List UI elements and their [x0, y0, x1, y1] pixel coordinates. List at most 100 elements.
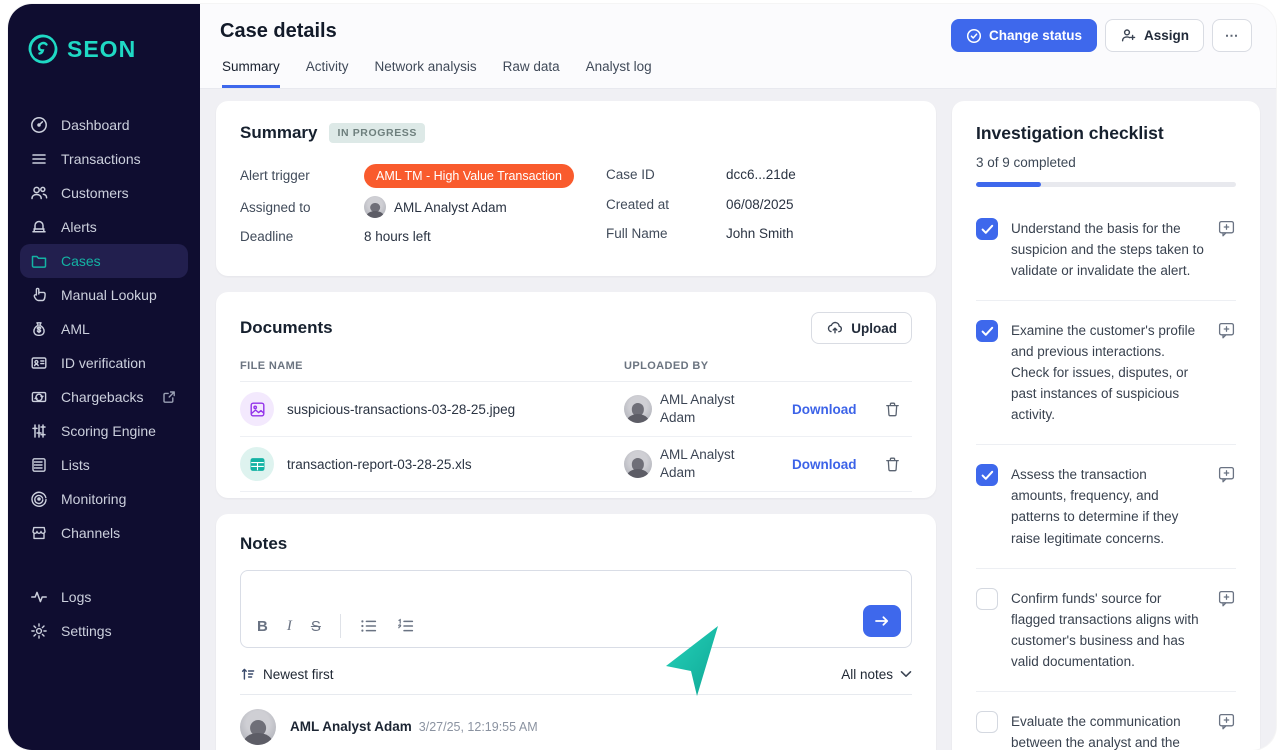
- sort-icon: [240, 666, 256, 682]
- sidebar-item-logs[interactable]: Logs: [20, 580, 188, 614]
- notes-divider: [240, 694, 912, 695]
- sidebar-item-manual-lookup[interactable]: Manual Lookup: [20, 278, 188, 312]
- tab-bar: Summary Activity Network analysis Raw da…: [222, 59, 652, 88]
- sidebar-item-label: Transactions: [61, 151, 141, 167]
- download-link[interactable]: Download: [792, 457, 884, 472]
- more-actions-button[interactable]: ⋯: [1212, 19, 1252, 52]
- note-editor[interactable]: B I S: [240, 570, 912, 648]
- upload-button[interactable]: Upload: [811, 312, 912, 344]
- avatar: [240, 709, 276, 745]
- sidebar-item-label: Settings: [61, 623, 112, 639]
- alert-trigger-label: Alert trigger: [240, 168, 364, 183]
- checklist-checkbox[interactable]: [976, 218, 998, 240]
- trash-icon: [884, 401, 901, 418]
- uploaded-by: AML Analyst Adam: [660, 446, 760, 482]
- add-comment-button[interactable]: [1217, 321, 1236, 340]
- left-column: Summary IN PROGRESS Alert trigger AML TM…: [216, 101, 936, 750]
- change-status-label: Change status: [989, 28, 1082, 43]
- add-comment-button[interactable]: [1217, 712, 1236, 731]
- sidebar-item-alerts[interactable]: Alerts: [20, 210, 188, 244]
- bold-button[interactable]: B: [257, 618, 268, 635]
- checklist-checkbox[interactable]: [976, 711, 998, 733]
- assign-button[interactable]: Assign: [1105, 19, 1204, 52]
- sidebar-item-channels[interactable]: Channels: [20, 516, 188, 550]
- sort-toggle[interactable]: Newest first: [240, 666, 334, 682]
- sidebar-item-customers[interactable]: Customers: [20, 176, 188, 210]
- col-file-name: FILE NAME: [240, 360, 624, 372]
- sidebar-item-aml[interactable]: AML: [20, 312, 188, 346]
- checklist-progress-fill: [976, 182, 1041, 187]
- bullet-list-button[interactable]: [360, 618, 378, 634]
- external-link-icon: [160, 390, 178, 404]
- sidebar-item-lists[interactable]: Lists: [20, 448, 188, 482]
- documents-title: Documents: [240, 318, 333, 338]
- checklist-item-text: Assess the transaction amounts, frequenc…: [1011, 464, 1204, 548]
- status-badge: IN PROGRESS: [329, 123, 425, 143]
- assigned-to-value: AML Analyst Adam: [394, 200, 507, 215]
- deadline-label: Deadline: [240, 229, 364, 244]
- sidebar-item-label: Cases: [61, 253, 101, 269]
- checklist-title: Investigation checklist: [976, 123, 1236, 144]
- download-link[interactable]: Download: [792, 402, 884, 417]
- spreadsheet-file-icon: [240, 447, 274, 481]
- summary-card: Summary IN PROGRESS Alert trigger AML TM…: [216, 101, 936, 276]
- gear-icon: [30, 622, 48, 640]
- checklist-items: Understand the basis for the suspicion a…: [976, 199, 1236, 750]
- submit-note-button[interactable]: [863, 605, 901, 637]
- page-title: Case details: [220, 20, 337, 43]
- sidebar-item-transactions[interactable]: Transactions: [20, 142, 188, 176]
- checklist-checkbox[interactable]: [976, 320, 998, 342]
- strikethrough-button[interactable]: S: [311, 618, 321, 635]
- add-comment-button[interactable]: [1217, 219, 1236, 238]
- document-row: suspicious-transactions-03-28-25.jpeg AM…: [240, 382, 912, 437]
- right-column: Investigation checklist 3 of 9 completed…: [952, 101, 1260, 750]
- content: Summary IN PROGRESS Alert trigger AML TM…: [200, 89, 1276, 750]
- documents-table-header: FILE NAME UPLOADED BY: [240, 360, 912, 382]
- change-status-button[interactable]: Change status: [951, 19, 1097, 52]
- delete-file-button[interactable]: [884, 401, 912, 418]
- checklist-checkbox[interactable]: [976, 464, 998, 486]
- pulse-icon: [30, 588, 48, 606]
- comment-plus-icon: [1217, 589, 1236, 608]
- assign-label: Assign: [1144, 28, 1189, 43]
- avatar: [624, 395, 652, 423]
- people-icon: [30, 184, 48, 202]
- checklist-item-text: Examine the customer's profile and previ…: [1011, 320, 1204, 425]
- notes-card: Notes B I S: [216, 514, 936, 750]
- tab-raw-data[interactable]: Raw data: [503, 59, 560, 88]
- tab-summary[interactable]: Summary: [222, 59, 280, 88]
- arrow-right-icon: [874, 614, 890, 628]
- checklist-checkbox[interactable]: [976, 588, 998, 610]
- seon-logo-icon: [28, 34, 58, 64]
- numbered-list-button[interactable]: [397, 618, 415, 634]
- checklist-item: Evaluate the communication between the a…: [976, 692, 1236, 750]
- sidebar-item-label: Lists: [61, 457, 90, 473]
- sidebar-item-monitoring[interactable]: Monitoring: [20, 482, 188, 516]
- checklist-item: Understand the basis for the suspicion a…: [976, 199, 1236, 301]
- delete-file-button[interactable]: [884, 456, 912, 473]
- sidebar-item-scoring-engine[interactable]: Scoring Engine: [20, 414, 188, 448]
- sidebar-item-id-verification[interactable]: ID verification: [20, 346, 188, 380]
- sidebar-item-dashboard[interactable]: Dashboard: [20, 108, 188, 142]
- notes-title: Notes: [240, 534, 287, 553]
- chevron-down-icon: [900, 670, 912, 678]
- check-icon: [981, 470, 994, 481]
- sidebar-item-label: Alerts: [61, 219, 97, 235]
- filter-label: All notes: [841, 667, 893, 682]
- tab-activity[interactable]: Activity: [306, 59, 349, 88]
- sidebar-item-label: Logs: [61, 589, 91, 605]
- target-icon: [30, 490, 48, 508]
- italic-button[interactable]: I: [287, 618, 292, 635]
- notes-filter-dropdown[interactable]: All notes: [841, 667, 912, 682]
- sidebar-item-chargebacks[interactable]: Chargebacks: [20, 380, 188, 414]
- sidebar-item-cases[interactable]: Cases: [20, 244, 188, 278]
- tab-analyst-log[interactable]: Analyst log: [586, 59, 652, 88]
- add-comment-button[interactable]: [1217, 465, 1236, 484]
- sidebar-item-label: Chargebacks: [61, 389, 144, 405]
- file-name: transaction-report-03-28-25.xls: [287, 457, 472, 472]
- id-card-icon: [30, 354, 48, 372]
- sidebar-item-settings[interactable]: Settings: [20, 614, 188, 648]
- add-comment-button[interactable]: [1217, 589, 1236, 608]
- tab-network-analysis[interactable]: Network analysis: [375, 59, 477, 88]
- documents-card: Documents Upload FILE NAME UPLOADED BY: [216, 292, 936, 498]
